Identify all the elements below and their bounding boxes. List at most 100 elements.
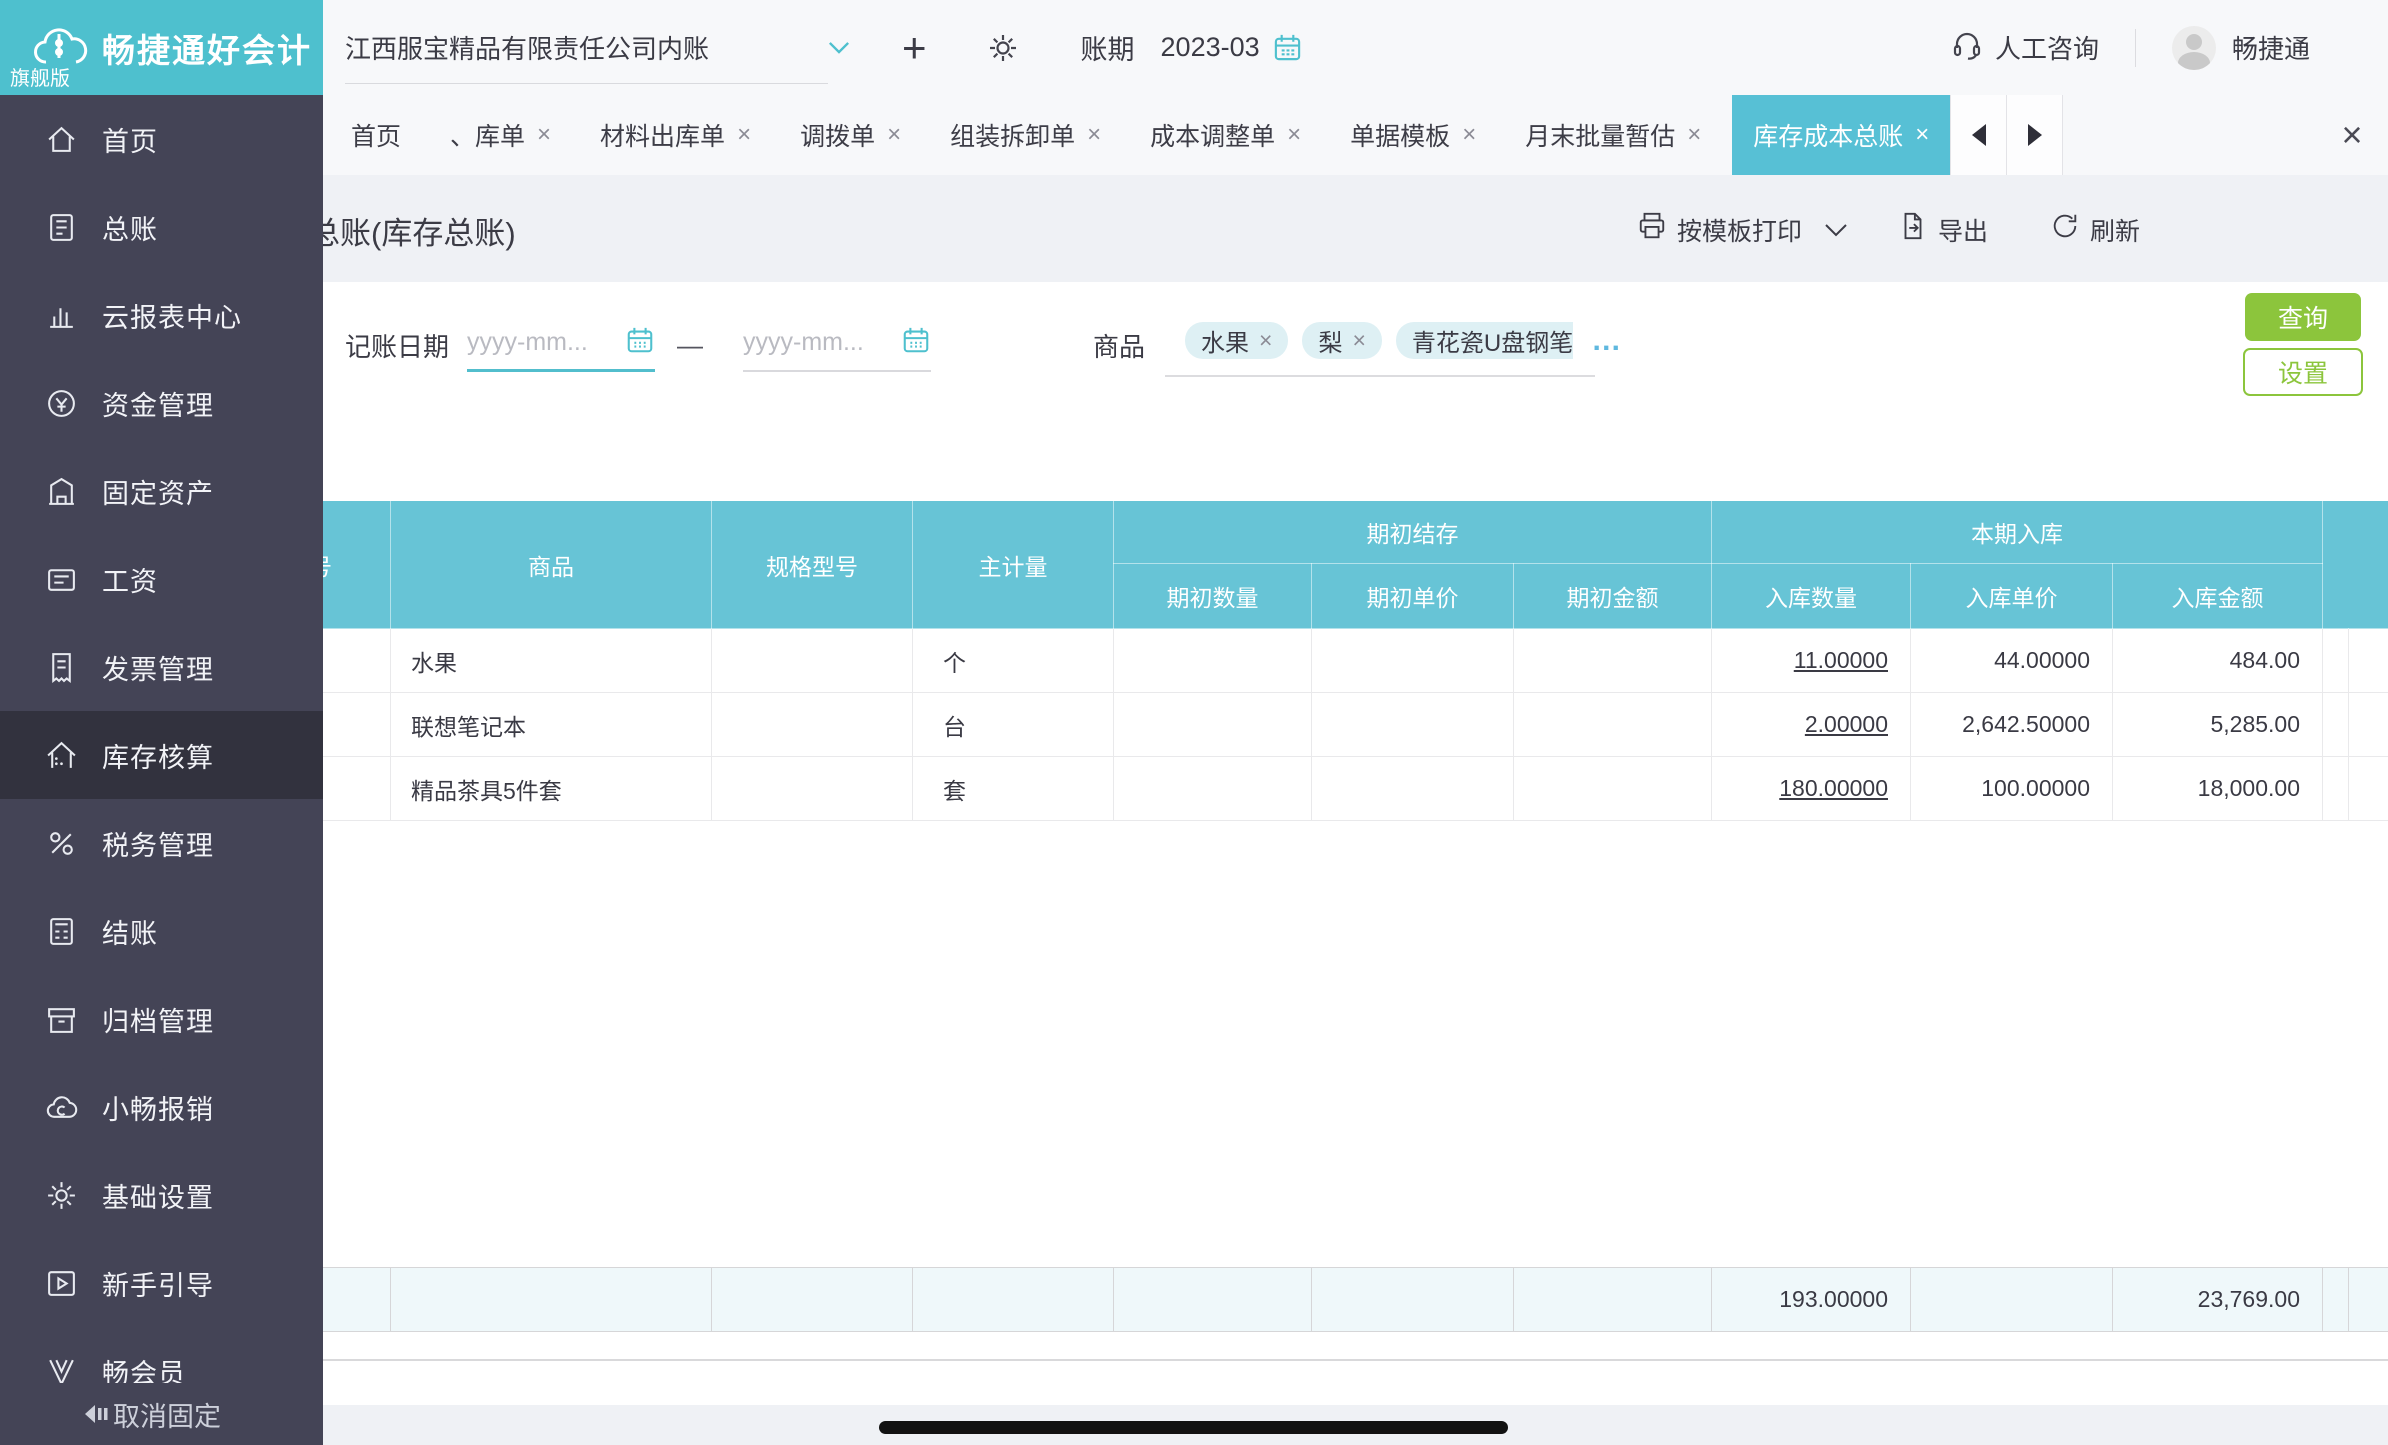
col-header-cut — [2322, 500, 2388, 629]
payroll-icon — [45, 563, 78, 596]
tab-close-icon[interactable]: × — [537, 121, 551, 149]
tab-cost-adjust[interactable]: 成本调整单 × — [1129, 95, 1322, 175]
settings-button[interactable]: 设置 — [2243, 348, 2363, 396]
tab-inventory-cost-ledger[interactable]: 库存成本总账 × — [1732, 95, 1951, 175]
total-in-qty: 193.00000 — [1711, 1267, 1911, 1332]
sidebar-item-inventory[interactable]: 库存核算 — [0, 711, 323, 799]
avatar[interactable] — [2171, 25, 2216, 70]
play-guide-icon — [45, 1267, 78, 1300]
tab-month-end-estimate[interactable]: 月末批量暂估 × — [1504, 95, 1722, 175]
in-qty-link[interactable]: 2.00000 — [1805, 711, 1888, 737]
sidebar: 畅捷通好会计 旗舰版 首页 总账 云报表中心 资金管理 固定资产 工资 发票管理… — [0, 0, 323, 1445]
tab-close-icon[interactable]: × — [1915, 121, 1929, 149]
export-button[interactable]: 导出 — [1898, 211, 1988, 248]
sidebar-item-tax[interactable]: 税务管理 — [0, 799, 323, 887]
sidebar-item-label: 基础设置 — [102, 1182, 214, 1213]
add-account-button[interactable]: + — [902, 26, 927, 69]
sidebar-item-cloud-reports[interactable]: 云报表中心 — [0, 271, 323, 359]
query-button[interactable]: 查询 — [2245, 293, 2361, 341]
sidebar-item-funds[interactable]: 资金管理 — [0, 359, 323, 447]
col-header-in-qty: 入库数量 — [1711, 563, 1911, 629]
sidebar-item-archive[interactable]: 归档管理 — [0, 975, 323, 1063]
company-selector[interactable]: 江西服宝精品有限责任公司内账 — [345, 29, 850, 84]
col-header-unit: 主计量 — [912, 500, 1114, 629]
tab-scroll-left-button[interactable] — [1951, 95, 2008, 175]
top-bar: 江西服宝精品有限责任公司内账 + 账期 2023-03 人工咨询 畅捷通 — [323, 0, 2388, 95]
cell-unit: 套 — [912, 756, 1114, 821]
tab-scroll-right-button[interactable] — [2007, 95, 2064, 175]
remove-tag-icon[interactable]: × — [1259, 327, 1272, 354]
invoice-icon — [45, 651, 78, 684]
sidebar-item-label: 总账 — [102, 214, 158, 245]
horizontal-scrollbar[interactable] — [879, 1421, 1508, 1434]
tab-close-icon[interactable]: × — [737, 121, 751, 149]
date-to-input[interactable]: yyyy-mm... — [743, 325, 932, 372]
date-from-input[interactable]: yyyy-mm... — [467, 325, 656, 372]
in-qty-link[interactable]: 11.00000 — [1794, 647, 1888, 673]
warehouse-icon — [45, 739, 78, 772]
tab-close-icon[interactable]: × — [1087, 121, 1101, 149]
product-tag-label: 梨 — [1318, 330, 1343, 357]
sidebar-item-payroll[interactable]: 工资 — [0, 535, 323, 623]
tab-close-icon[interactable]: × — [1287, 121, 1301, 149]
refresh-label: 刷新 — [2089, 217, 2140, 246]
page-header-band: 总账(库存总账) 按模板打印 导出 刷新 — [309, 175, 2388, 282]
account-settings-gear-icon[interactable] — [987, 32, 1019, 64]
refresh-button[interactable]: 刷新 — [2050, 211, 2140, 248]
sidebar-item-closing[interactable]: 结账 — [0, 887, 323, 975]
tab-close-icon[interactable]: × — [1687, 121, 1701, 149]
print-by-template-button[interactable]: 按模板打印 — [1637, 211, 1802, 248]
table-row: 水果 个 11.00000 44.00000 484.00 — [250, 628, 2388, 693]
sidebar-item-home[interactable]: 首页 — [0, 95, 323, 183]
tab-assembly[interactable]: 组装拆卸单 × — [929, 95, 1122, 175]
app-title: 畅捷通好会计 — [102, 31, 312, 69]
calculator-icon — [45, 915, 78, 948]
unpin-sidebar-button[interactable]: 取消固定 — [0, 1383, 323, 1445]
sidebar-item-guide[interactable]: 新手引导 — [0, 1239, 323, 1327]
page-actions: 按模板打印 导出 刷新 — [1637, 211, 2140, 248]
empty-row-divider — [250, 1333, 2388, 1361]
sidebar-item-label: 新手引导 — [102, 1270, 214, 1301]
cloud-report-icon — [45, 299, 78, 332]
period-calendar-icon[interactable] — [1272, 32, 1303, 63]
support-button[interactable]: 人工咨询 — [1951, 29, 2099, 66]
collapse-icon — [85, 1405, 108, 1423]
date-from-placeholder: yyyy-mm... — [467, 328, 588, 356]
ledger-icon — [45, 211, 78, 244]
sidebar-item-label: 税务管理 — [102, 830, 214, 861]
product-tag-label: 青花瓷U盘钢笔 — [1411, 330, 1574, 357]
tab-scroll-nav — [1950, 95, 2064, 175]
cell-unit: 台 — [912, 692, 1114, 757]
close-all-tabs-button[interactable]: × — [2316, 95, 2388, 175]
cell-in-amount: 484.00 — [2112, 628, 2323, 693]
print-by-template-label: 按模板打印 — [1676, 217, 1802, 246]
totals-row: 193.00000 23,769.00 — [250, 1267, 2388, 1332]
sidebar-item-label: 资金管理 — [102, 390, 214, 421]
gear-icon — [45, 1179, 78, 1212]
in-qty-link[interactable]: 180.00000 — [1779, 775, 1888, 801]
tab-transfer[interactable]: 调拨单 × — [779, 95, 922, 175]
calendar-icon[interactable] — [625, 325, 655, 360]
calendar-icon[interactable] — [901, 325, 931, 360]
sidebar-item-invoices[interactable]: 发票管理 — [0, 623, 323, 711]
inventory-ledger-table: 号 商品 规格型号 主计量 期初结存 本期入库 期初数量 期初单价 期初金额 入… — [250, 500, 2388, 821]
tab-close-icon[interactable]: × — [887, 121, 901, 149]
sidebar-item-general-ledger[interactable]: 总账 — [0, 183, 323, 271]
sidebar-item-fixed-assets[interactable]: 固定资产 — [0, 447, 323, 535]
sidebar-item-settings[interactable]: 基础设置 — [0, 1151, 323, 1239]
tab-close-icon[interactable]: × — [1462, 121, 1476, 149]
cell-in-amount: 18,000.00 — [2112, 756, 2323, 821]
tab-material-outbound[interactable]: 材料出库单 × — [579, 95, 772, 175]
tab-home[interactable]: 首页 — [330, 95, 422, 175]
tab-inbound[interactable]: 、库单 × — [429, 95, 572, 175]
print-dropdown-chevron-icon[interactable] — [1824, 215, 1848, 244]
more-tags-ellipsis[interactable]: … — [1591, 324, 1623, 358]
sidebar-item-reimburse[interactable]: 小畅报销 — [0, 1063, 323, 1151]
tab-doc-template[interactable]: 单据模板 × — [1329, 95, 1497, 175]
archive-icon — [45, 1003, 78, 1036]
sidebar-item-label: 工资 — [102, 566, 158, 597]
export-icon — [1898, 211, 1928, 248]
remove-tag-icon[interactable]: × — [1352, 327, 1365, 354]
cell-spec — [711, 756, 913, 821]
user-name[interactable]: 畅捷通 — [2232, 29, 2310, 66]
